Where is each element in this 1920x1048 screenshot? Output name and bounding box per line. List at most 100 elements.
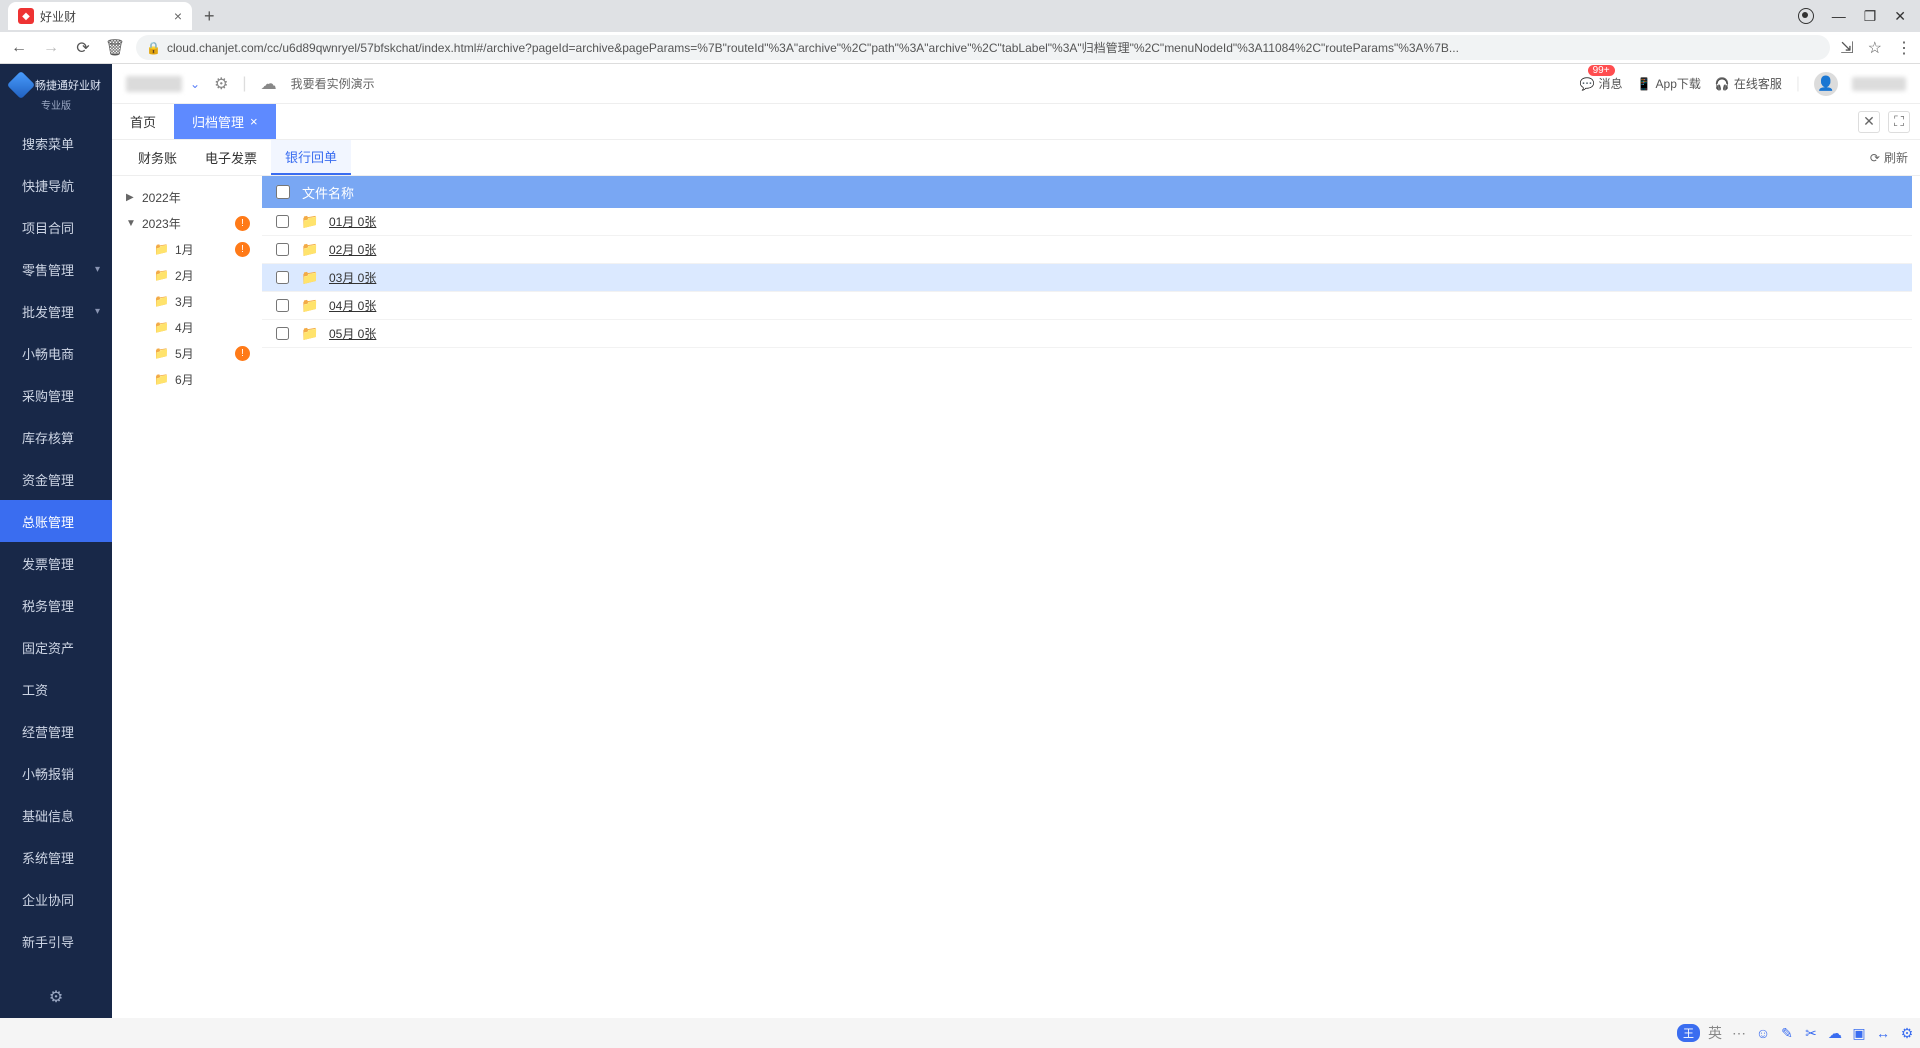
ime-lang[interactable]: 英: [1706, 1024, 1724, 1042]
demo-link[interactable]: 我要看实例演示: [291, 75, 375, 92]
user-avatar[interactable]: 👤: [1814, 72, 1838, 96]
tray-edit-icon[interactable]: ✎: [1778, 1024, 1796, 1042]
alert-dot-icon: !: [235, 346, 250, 361]
maximize-icon[interactable]: ❐: [1864, 8, 1877, 25]
sidebar-item[interactable]: 固定资产: [0, 626, 112, 668]
tray-1-icon[interactable]: ⋯: [1730, 1024, 1748, 1042]
os-tray: 王 英 ⋯ ☺ ✎ ✂ ☁ ▣ ↔ ⚙: [1677, 1018, 1916, 1048]
tree-month[interactable]: 📁 2月: [112, 262, 262, 288]
tray-image-icon[interactable]: ▣: [1850, 1024, 1868, 1042]
tray-cloud-icon[interactable]: ☁: [1826, 1024, 1844, 1042]
tray-expand-icon[interactable]: ↔: [1874, 1024, 1892, 1042]
address-bar[interactable]: 🔒 cloud.chanjet.com/cc/u6d89qwnryel/57bf…: [136, 35, 1830, 60]
subtab[interactable]: 银行回单: [271, 140, 351, 175]
reload-icon[interactable]: ⟳: [72, 38, 94, 58]
sidebar-item[interactable]: 基础信息: [0, 794, 112, 836]
refresh-button[interactable]: ⟳刷新: [1870, 149, 1908, 166]
tree-month[interactable]: 📁5月!: [112, 340, 262, 366]
sidebar-item[interactable]: 库存核算: [0, 416, 112, 458]
browser-tab-title: 好业财: [40, 8, 76, 25]
tab-close-icon[interactable]: ×: [250, 114, 258, 129]
tray-gear-icon[interactable]: ⚙: [1898, 1024, 1916, 1042]
folder-icon: 📁: [154, 268, 169, 282]
file-name-link[interactable]: 04月 0张: [329, 297, 376, 314]
select-all-checkbox[interactable]: [276, 185, 290, 199]
minimize-icon[interactable]: —: [1832, 8, 1846, 25]
arrow-down-icon: ▼: [126, 218, 136, 229]
sidebar-item[interactable]: 工资: [0, 668, 112, 710]
sidebar-item[interactable]: 批发管理▾: [0, 290, 112, 332]
sidebar-item[interactable]: 税务管理: [0, 584, 112, 626]
tree-month[interactable]: 📁1月!: [112, 236, 262, 262]
sidebar-item[interactable]: 项目合同: [0, 206, 112, 248]
kebab-menu-icon[interactable]: ⋮: [1896, 38, 1912, 58]
tray-smile-icon[interactable]: ☺: [1754, 1024, 1772, 1042]
app-download-button[interactable]: 📱 App下载: [1637, 75, 1701, 92]
file-row[interactable]: 📁 03月 0张: [262, 264, 1912, 292]
folder-icon: 📁: [154, 242, 169, 256]
company-name-blur: [126, 76, 182, 92]
subtab[interactable]: 电子发票: [191, 140, 271, 175]
row-checkbox[interactable]: [276, 243, 289, 256]
messages-button[interactable]: 💬 消息 99+: [1580, 75, 1623, 92]
file-row[interactable]: 📁02月 0张: [262, 236, 1912, 264]
sidebar-item[interactable]: 总账管理: [0, 500, 112, 542]
tree-year[interactable]: ▼2023年!: [112, 210, 262, 236]
back-icon[interactable]: ←: [8, 39, 30, 57]
bookmark-icon[interactable]: ☆: [1868, 38, 1882, 58]
file-row[interactable]: 📁 01月 0张: [262, 208, 1912, 236]
sidebar-item[interactable]: 搜索菜单: [0, 122, 112, 164]
settings-gear-icon[interactable]: ⚙: [0, 978, 112, 1018]
subtab[interactable]: 财务账: [124, 140, 191, 175]
trash-icon[interactable]: 🗑: [104, 38, 126, 58]
file-name-link[interactable]: 01月 0张: [329, 213, 376, 230]
sidebar-item[interactable]: 企业协同: [0, 878, 112, 920]
chevron-down-icon: ▾: [95, 264, 100, 275]
sidebar-item[interactable]: 资金管理: [0, 458, 112, 500]
fullscreen-icon[interactable]: ⛶: [1888, 111, 1910, 133]
file-row[interactable]: 📁05月 0张: [262, 320, 1912, 348]
tree-month[interactable]: 📁6月: [112, 366, 262, 392]
sidebar-item[interactable]: 零售管理▾: [0, 248, 112, 290]
tree-label: 4月: [175, 319, 194, 336]
ime-badge[interactable]: 王: [1677, 1024, 1700, 1042]
folder-icon: 📁: [301, 213, 317, 230]
tree-month[interactable]: 📁4月: [112, 314, 262, 340]
sidebar-item[interactable]: 新手引导: [0, 920, 112, 962]
sidebar-item[interactable]: 经营管理: [0, 710, 112, 752]
account-icon[interactable]: [1798, 8, 1814, 24]
sidebar-item[interactable]: 小畅电商: [0, 332, 112, 374]
row-checkbox[interactable]: [276, 327, 289, 340]
row-checkbox[interactable]: [276, 271, 289, 284]
file-name-link[interactable]: 05月 0张: [329, 325, 376, 342]
browser-tab[interactable]: ◆ 好业财 ×: [8, 2, 192, 30]
tree-label: 2月: [175, 267, 194, 284]
new-tab-button[interactable]: +: [204, 6, 215, 27]
sidebar-item[interactable]: 采购管理: [0, 374, 112, 416]
company-selector[interactable]: ⌄: [126, 76, 200, 92]
page-tab[interactable]: 归档管理×: [174, 104, 276, 139]
sidebar-item[interactable]: 快捷导航: [0, 164, 112, 206]
file-name-link[interactable]: 03月 0张: [329, 269, 376, 286]
page-tab[interactable]: 首页: [112, 104, 174, 139]
row-checkbox[interactable]: [276, 215, 289, 228]
online-service-button[interactable]: 🎧 在线客服: [1715, 75, 1782, 92]
file-name-link[interactable]: 02月 0张: [329, 241, 376, 258]
sidebar-item[interactable]: 小畅报销: [0, 752, 112, 794]
file-row[interactable]: 📁04月 0张: [262, 292, 1912, 320]
close-window-icon[interactable]: ✕: [1894, 8, 1906, 25]
sidebar-item[interactable]: 发票管理: [0, 542, 112, 584]
folder-icon: 📁: [301, 269, 317, 286]
tray-scissors-icon[interactable]: ✂: [1802, 1024, 1820, 1042]
tree-year[interactable]: ▶2022年: [112, 184, 262, 210]
phone-icon: 📱: [1637, 77, 1652, 91]
close-tab-icon[interactable]: ✕: [1858, 111, 1880, 133]
install-app-icon[interactable]: ⇲: [1840, 38, 1853, 58]
sidebar-item[interactable]: 系统管理: [0, 836, 112, 878]
tab-close-icon[interactable]: ×: [174, 8, 182, 24]
notification-badge: 99+: [1588, 65, 1615, 76]
tree-month[interactable]: 📁3月: [112, 288, 262, 314]
company-settings-icon[interactable]: ⚙: [214, 74, 228, 94]
row-checkbox[interactable]: [276, 299, 289, 312]
forward-icon[interactable]: →: [40, 39, 62, 57]
